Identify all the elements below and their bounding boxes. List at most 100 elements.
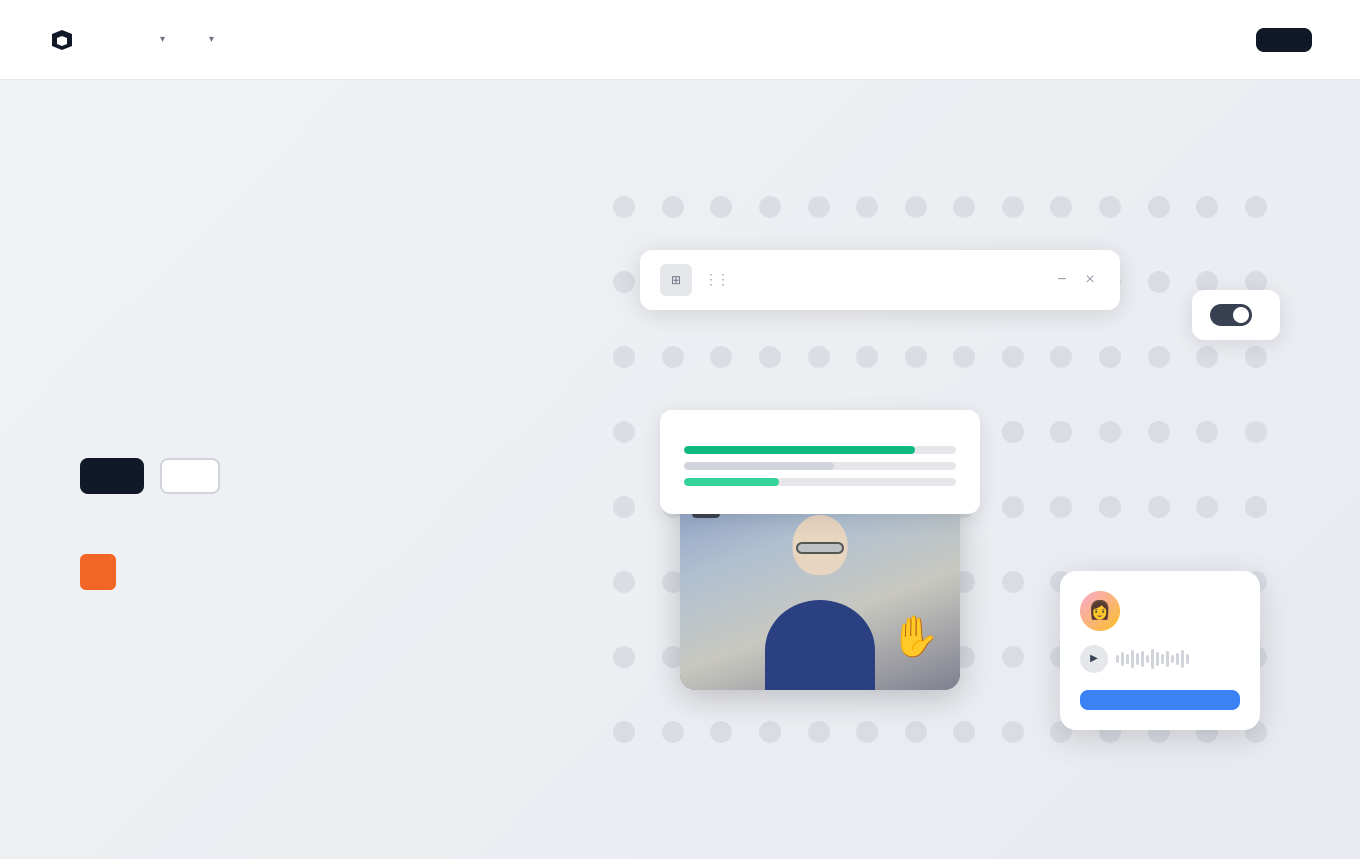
dot	[891, 170, 940, 245]
nav-platform[interactable]: ▾	[140, 26, 181, 53]
play-row: ▶	[1080, 645, 1240, 673]
solutions-chevron-icon: ▾	[209, 34, 214, 45]
dot	[989, 395, 1038, 470]
ai-probing-card	[1192, 290, 1280, 340]
dot	[940, 170, 989, 245]
platform-chevron-icon: ▾	[160, 34, 165, 45]
bar-fill-3	[684, 478, 779, 486]
dot	[1037, 470, 1086, 545]
dot	[1134, 395, 1183, 470]
dot	[746, 320, 795, 395]
dot	[600, 620, 649, 695]
dot	[649, 170, 698, 245]
dot	[940, 695, 989, 770]
dot	[746, 170, 795, 245]
hero-section: // Generate dots const dotGrid = documen…	[0, 80, 1360, 859]
dot	[1086, 470, 1135, 545]
dot	[1183, 470, 1232, 545]
play-button[interactable]: ▶	[1080, 645, 1108, 673]
dot	[1134, 170, 1183, 245]
dot	[891, 695, 940, 770]
dot	[989, 620, 1038, 695]
dot	[600, 320, 649, 395]
profile-card: 👩 ▶	[1060, 571, 1260, 730]
wave-bar	[1121, 652, 1124, 666]
dot	[1037, 170, 1086, 245]
dot	[940, 320, 989, 395]
dot	[989, 695, 1038, 770]
wave-bar	[1126, 654, 1129, 664]
nav-solutions[interactable]: ▾	[189, 26, 230, 53]
dot	[794, 695, 843, 770]
nav-pricing[interactable]	[238, 32, 270, 48]
wave-bar	[1146, 655, 1149, 663]
hero-illustration: // Generate dots const dotGrid = documen…	[600, 170, 1280, 770]
dot	[989, 170, 1038, 245]
dot	[794, 320, 843, 395]
dot	[1134, 245, 1183, 320]
dot	[746, 695, 795, 770]
dot	[1086, 395, 1135, 470]
waveform	[1116, 649, 1240, 669]
wave-bar	[1151, 649, 1154, 669]
dot	[891, 320, 940, 395]
wave-bar	[1156, 652, 1159, 666]
dot	[794, 170, 843, 245]
dot	[843, 170, 892, 245]
dot	[1134, 470, 1183, 545]
avatar: 👩	[1080, 591, 1120, 631]
wave-bar	[1161, 654, 1164, 664]
schedule-call-button[interactable]	[1080, 690, 1240, 710]
bar-row-1	[684, 446, 956, 454]
yc-logo-icon	[80, 554, 116, 590]
video-person: ✋	[680, 490, 960, 690]
hand-wave: ✋	[890, 613, 940, 660]
dot	[1086, 320, 1135, 395]
yc-badge	[80, 554, 600, 590]
wave-bar	[1131, 650, 1134, 668]
profile-header: 👩	[1080, 591, 1240, 631]
question-icon: ⊞	[660, 264, 692, 296]
start-free-button[interactable]	[80, 458, 144, 494]
person-glasses	[796, 542, 844, 554]
dot	[843, 695, 892, 770]
dot	[1037, 395, 1086, 470]
wave-bar	[1116, 655, 1119, 663]
wave-bar	[1166, 651, 1169, 667]
logo[interactable]	[48, 26, 84, 54]
dot	[1183, 395, 1232, 470]
wave-bar	[1176, 653, 1179, 665]
ai-toggle[interactable]	[1210, 304, 1252, 326]
bar-row-3	[684, 478, 956, 486]
dot	[697, 170, 746, 245]
dot	[1231, 470, 1280, 545]
navbar: ▾ ▾	[0, 0, 1360, 80]
nav-links: ▾ ▾	[140, 26, 1176, 53]
nav-start-button[interactable]	[1256, 28, 1312, 52]
minimize-icon[interactable]: −	[1052, 270, 1072, 290]
wave-bar	[1171, 655, 1174, 663]
dot	[989, 545, 1038, 620]
avatar-image: 👩	[1080, 591, 1120, 631]
bar-fill-2	[684, 462, 834, 470]
hero-title	[80, 349, 600, 411]
dot	[1037, 320, 1086, 395]
dot	[697, 695, 746, 770]
dot	[843, 320, 892, 395]
wave-bar	[1141, 651, 1144, 667]
dot	[600, 545, 649, 620]
wave-bar	[1136, 653, 1139, 665]
dot	[697, 320, 746, 395]
dot	[1183, 170, 1232, 245]
book-demo-button[interactable]	[160, 458, 220, 494]
dot	[649, 695, 698, 770]
signin-button[interactable]	[1208, 30, 1248, 50]
nav-faq[interactable]	[278, 32, 310, 48]
dot	[600, 395, 649, 470]
wave-bar	[1186, 654, 1189, 664]
wave-bar	[1181, 650, 1184, 668]
dot	[1231, 395, 1280, 470]
person-body	[765, 600, 875, 690]
close-icon[interactable]: ×	[1080, 270, 1100, 290]
bar-fill-1	[684, 446, 915, 454]
